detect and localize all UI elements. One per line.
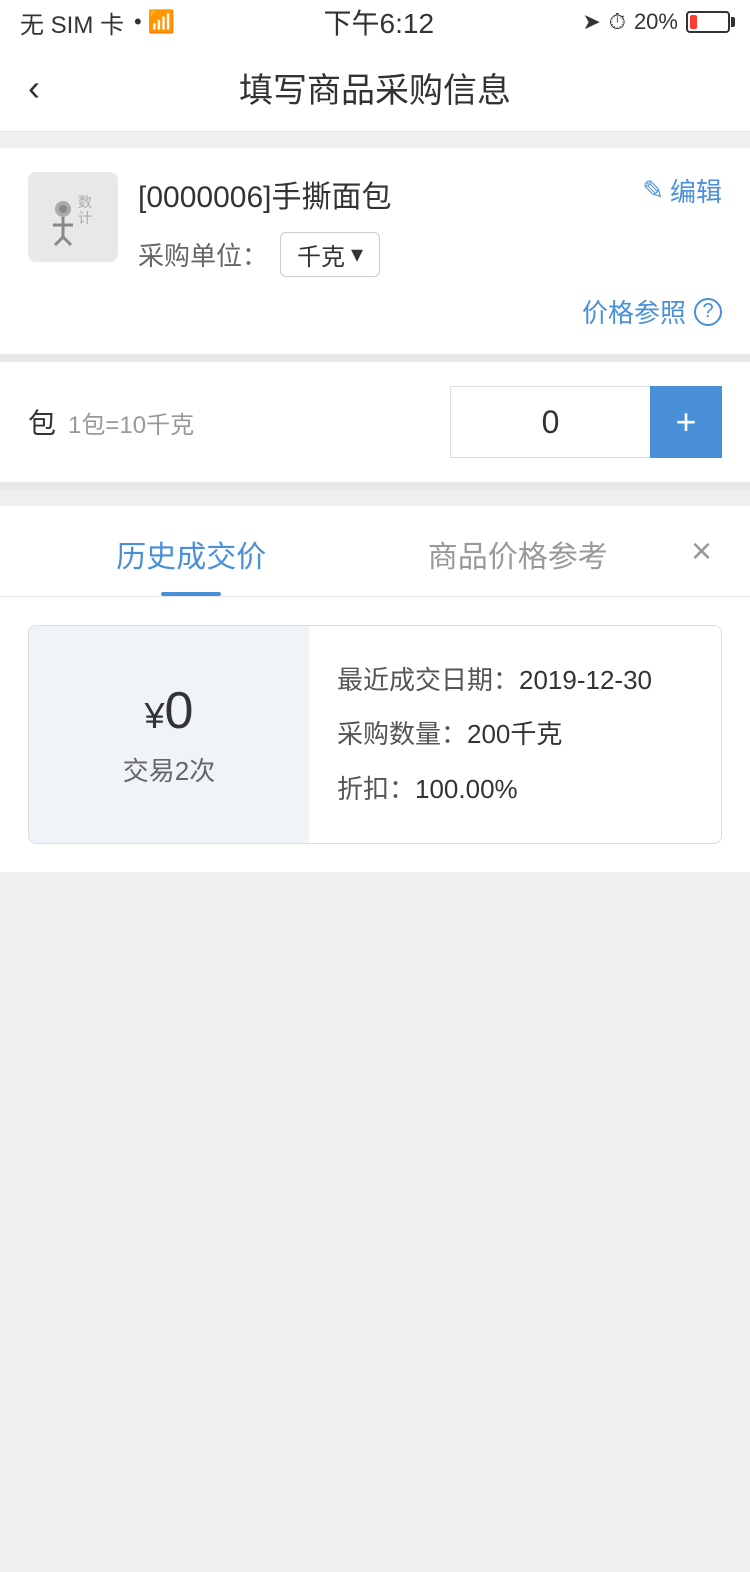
unit-label: 采购单位： <box>138 236 268 273</box>
product-thumbnail-icon: 数 计 <box>43 187 103 247</box>
alarm-icon: ⏱ <box>609 9 626 35</box>
location-icon: ➤ <box>582 9 600 35</box>
tab-history-price-label: 历史成交价 <box>116 541 266 574</box>
dropdown-arrow-icon: ▾ <box>351 240 363 269</box>
tab-product-price-label: 商品价格参考 <box>428 541 608 574</box>
battery-percent: 20% <box>634 9 678 35</box>
unit-select-dropdown[interactable]: 千克 ▾ <box>280 232 380 277</box>
quantity-control: + <box>450 386 722 458</box>
svg-text:数: 数 <box>78 194 92 210</box>
quantity-row: 包 1包=10千克 + <box>0 362 750 482</box>
battery-icon <box>686 11 730 33</box>
recent-date-value: 2019-12-30 <box>519 665 652 695</box>
price-amount: 0 <box>165 682 194 740</box>
product-image: 数 计 <box>28 172 118 262</box>
quantity-plus-button[interactable]: + <box>650 386 722 458</box>
product-card: 数 计 [0000006]手撕面包 采购单位： 千克 ▾ ✎ 编辑 <box>0 148 750 354</box>
price-display: ¥0 <box>145 681 194 741</box>
tabs-bar: 历史成交价 商品价格参考 × <box>0 506 750 597</box>
purchase-quantity-value: 200千克 <box>467 719 562 749</box>
section-divider <box>0 354 750 362</box>
wifi-icon: • 📶 <box>134 9 175 35</box>
product-name: [0000006]手撕面包 <box>138 172 391 216</box>
price-reference-button[interactable]: 价格参照 ? <box>582 293 722 330</box>
price-card-right: 最近成交日期：2019-12-30 采购数量：200千克 折扣：100.00% <box>309 626 721 843</box>
svg-text:计: 计 <box>78 210 92 226</box>
tab-history-price[interactable]: 历史成交价 <box>28 506 354 596</box>
discount-label: 折扣： <box>337 774 415 804</box>
product-header: 数 计 [0000006]手撕面包 采购单位： 千克 ▾ ✎ 编辑 <box>28 172 722 277</box>
price-info-section: ¥0 交易2次 最近成交日期：2019-12-30 采购数量：200千克 折扣：… <box>0 597 750 872</box>
carrier-text: 无 SIM 卡 <box>20 5 124 40</box>
back-button[interactable]: ‹ <box>28 67 40 109</box>
transaction-count: 交易2次 <box>123 751 215 788</box>
edit-label: 编辑 <box>670 172 722 209</box>
unit-value: 千克 <box>297 237 345 272</box>
purchase-quantity-row: 采购数量：200千克 <box>337 716 693 752</box>
unit-hint: 1包=10千克 <box>68 405 194 440</box>
status-left: 无 SIM 卡 • 📶 <box>20 5 175 40</box>
recent-date-label: 最近成交日期： <box>337 665 519 695</box>
page-title: 填写商品采购信息 <box>239 63 511 112</box>
tab-product-price-reference[interactable]: 商品价格参考 <box>354 506 680 596</box>
unit-badge: 包 <box>28 402 56 442</box>
discount-value: 100.00% <box>415 774 518 804</box>
recent-date-row: 最近成交日期：2019-12-30 <box>337 662 693 698</box>
price-ref-label: 价格参照 <box>582 293 686 330</box>
main-content-area <box>0 872 750 1572</box>
edit-button[interactable]: ✎ 编辑 <box>642 172 722 209</box>
currency-symbol: ¥ <box>145 695 165 736</box>
section-divider-2 <box>0 482 750 490</box>
price-card: ¥0 交易2次 最近成交日期：2019-12-30 采购数量：200千克 折扣：… <box>28 625 722 844</box>
discount-row: 折扣：100.00% <box>337 771 693 807</box>
status-time: 下午6:12 <box>324 2 435 42</box>
purchase-quantity-label: 采购数量： <box>337 719 467 749</box>
product-footer: 价格参照 ? <box>28 293 722 330</box>
edit-icon: ✎ <box>642 175 664 206</box>
price-card-left: ¥0 交易2次 <box>29 626 309 843</box>
tabs-close-button[interactable]: × <box>681 520 722 582</box>
help-icon: ? <box>694 298 722 326</box>
quantity-unit-info: 包 1包=10千克 <box>28 402 194 442</box>
status-right: ➤ ⏱ 20% <box>582 9 730 35</box>
product-unit-row: 采购单位： 千克 ▾ <box>138 232 391 277</box>
nav-bar: ‹ 填写商品采购信息 <box>0 44 750 132</box>
status-bar: 无 SIM 卡 • 📶 下午6:12 ➤ ⏱ 20% <box>0 0 750 44</box>
quantity-input[interactable] <box>450 386 650 458</box>
product-info: [0000006]手撕面包 采购单位： 千克 ▾ <box>138 172 391 277</box>
product-left: 数 计 [0000006]手撕面包 采购单位： 千克 ▾ <box>28 172 391 277</box>
